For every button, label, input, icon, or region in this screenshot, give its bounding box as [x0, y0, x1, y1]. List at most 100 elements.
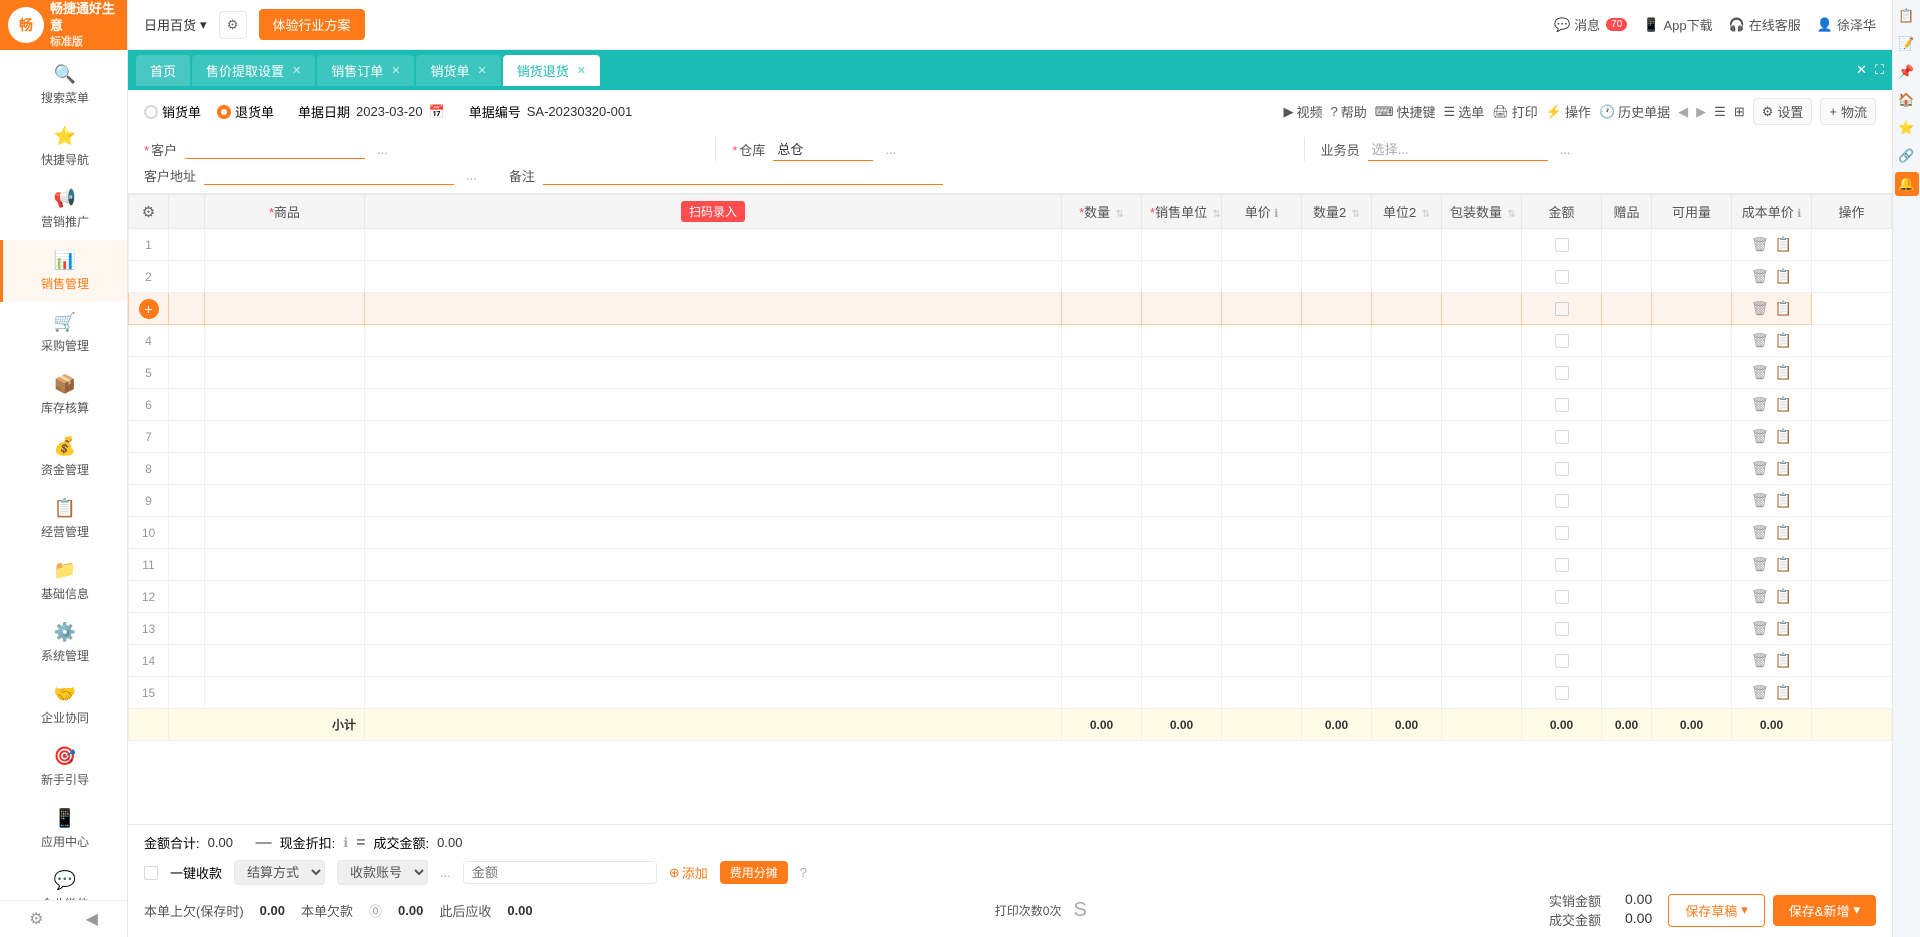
- fee-help-icon[interactable]: ?: [800, 865, 807, 880]
- row-5-copy[interactable]: 📋: [1775, 364, 1792, 381]
- row-10-copy[interactable]: 📋: [1775, 524, 1792, 541]
- shortcut-btn[interactable]: ⌨ 快捷键: [1375, 102, 1436, 121]
- right-sidebar-btn-4[interactable]: 🏠: [1895, 88, 1919, 112]
- row-11-gift[interactable]: [1555, 558, 1569, 572]
- row-15-copy[interactable]: 📋: [1775, 684, 1792, 701]
- form-setting-btn[interactable]: ⚙ 设置: [1753, 98, 1813, 125]
- fee-split-btn[interactable]: 费用分摊: [720, 861, 788, 884]
- sidebar-settings-btn[interactable]: ⚙: [29, 909, 43, 929]
- calendar-icon[interactable]: 📅: [429, 104, 445, 120]
- sidebar-item-purchase[interactable]: 🛒 采购管理: [0, 302, 127, 364]
- service-btn[interactable]: 🎧 在线客服: [1729, 15, 1801, 34]
- row-11-delete[interactable]: 🗑: [1751, 556, 1769, 573]
- sidebar-item-guide[interactable]: 🎯 新手引导: [0, 736, 127, 798]
- sidebar-item-basic-info[interactable]: 📁 基础信息: [0, 550, 127, 612]
- col-header-settings[interactable]: ⚙: [129, 195, 169, 229]
- app-download-btn[interactable]: 📱 App下载: [1643, 15, 1712, 34]
- save-new-button[interactable]: 保存&新增 ▾: [1773, 895, 1876, 926]
- sidebar-item-sales[interactable]: 📊 销售管理: [0, 240, 127, 302]
- sidebar-item-inventory[interactable]: 📦 库存核算: [0, 364, 127, 426]
- row-1-gift-checkbox[interactable]: [1555, 238, 1569, 252]
- tab-close-all-btn[interactable]: ✕: [1856, 62, 1867, 78]
- row-7-copy[interactable]: 📋: [1775, 428, 1792, 445]
- add-row-btn[interactable]: +: [139, 299, 159, 319]
- sidebar-item-marketing[interactable]: 📢 营销推广: [0, 178, 127, 240]
- row-2-copy-btn[interactable]: 📋: [1775, 268, 1792, 285]
- experience-button[interactable]: 体验行业方案: [259, 9, 365, 40]
- row-12-gift[interactable]: [1555, 590, 1569, 604]
- grid-view-btn[interactable]: ⊞: [1734, 104, 1745, 120]
- radio-return[interactable]: 退货单: [217, 102, 274, 121]
- row-8-gift[interactable]: [1555, 462, 1569, 476]
- sidebar-collapse-btn[interactable]: ◀: [86, 909, 98, 929]
- row-6-copy[interactable]: 📋: [1775, 396, 1792, 413]
- row-5-gift[interactable]: [1555, 366, 1569, 380]
- save-new-chevron[interactable]: ▾: [1853, 902, 1860, 918]
- right-sidebar-btn-6[interactable]: 🔗: [1895, 144, 1919, 168]
- row-3-delete-btn[interactable]: 🗑: [1751, 300, 1769, 317]
- row-9-delete[interactable]: 🗑: [1751, 492, 1769, 509]
- history-prev-btn[interactable]: ◀: [1678, 104, 1688, 120]
- save-draft-chevron[interactable]: ▾: [1741, 902, 1748, 918]
- sidebar-item-app-center[interactable]: 📱 应用中心: [0, 798, 127, 860]
- list-view-btn[interactable]: ☰: [1714, 104, 1726, 120]
- tab-sales-delivery[interactable]: 销货单 ✕: [416, 55, 500, 86]
- row-8-delete[interactable]: 🗑: [1751, 460, 1769, 477]
- right-sidebar-btn-1[interactable]: 📋: [1895, 4, 1919, 28]
- unit-sort-icon[interactable]: ⇅: [1212, 209, 1220, 220]
- tab-sales-delivery-close[interactable]: ✕: [478, 64, 487, 77]
- tab-price-settings[interactable]: 售价提取设置 ✕: [192, 55, 315, 86]
- right-sidebar-btn-7[interactable]: 🔔: [1895, 172, 1919, 196]
- message-btn[interactable]: 💬 消息 70: [1554, 15, 1627, 34]
- row-14-copy[interactable]: 📋: [1775, 652, 1792, 669]
- row-5-delete[interactable]: 🗑: [1751, 364, 1769, 381]
- history-next-btn[interactable]: ▶: [1696, 104, 1706, 120]
- help-btn[interactable]: ? 帮助: [1331, 102, 1367, 121]
- warehouse-input[interactable]: 总仓: [773, 137, 873, 161]
- row-13-delete[interactable]: 🗑: [1751, 620, 1769, 637]
- price-info-icon[interactable]: ℹ: [1274, 208, 1278, 220]
- save-draft-button[interactable]: 保存草稿 ▾: [1668, 894, 1765, 927]
- tab-maximize-btn[interactable]: ⛶: [1875, 62, 1884, 78]
- salesperson-input[interactable]: 选择...: [1368, 137, 1548, 161]
- row-6-gift[interactable]: [1555, 398, 1569, 412]
- tab-sales-return[interactable]: 销货退货 ✕: [503, 55, 600, 86]
- row-3-product[interactable]: [169, 293, 205, 325]
- row-2-product[interactable]: [169, 261, 205, 293]
- operate-btn[interactable]: ⚡ 操作: [1546, 102, 1591, 121]
- row-9-copy[interactable]: 📋: [1775, 492, 1792, 509]
- row-9-gift[interactable]: [1555, 494, 1569, 508]
- row-10-delete[interactable]: 🗑: [1751, 524, 1769, 541]
- qty-sort-icon[interactable]: ⇅: [1116, 209, 1124, 220]
- row-3-copy-btn[interactable]: 📋: [1775, 300, 1792, 317]
- sidebar-item-quick-nav[interactable]: ⭐ 快捷导航: [0, 116, 127, 178]
- scan-btn[interactable]: 扫码录入: [681, 201, 745, 222]
- row-13-gift[interactable]: [1555, 622, 1569, 636]
- sidebar-item-search[interactable]: 🔍 搜索菜单: [0, 54, 127, 116]
- sidebar-item-operations[interactable]: 📋 经营管理: [0, 488, 127, 550]
- row-1-product[interactable]: [169, 229, 205, 261]
- row-15-delete[interactable]: 🗑: [1751, 684, 1769, 701]
- tab-price-settings-close[interactable]: ✕: [292, 64, 301, 77]
- sidebar-item-wechat[interactable]: 💬 企业微信: [0, 860, 127, 900]
- row-1-copy-btn[interactable]: 📋: [1775, 236, 1792, 253]
- customer-dots[interactable]: ...: [377, 142, 388, 157]
- qty2-sort-icon[interactable]: ⇅: [1352, 209, 1360, 220]
- warehouse-dots[interactable]: ...: [885, 142, 896, 157]
- row-7-delete[interactable]: 🗑: [1751, 428, 1769, 445]
- row-1-delete-btn[interactable]: 🗑: [1751, 236, 1769, 253]
- row-8-copy[interactable]: 📋: [1775, 460, 1792, 477]
- row-4-delete[interactable]: 🗑: [1751, 332, 1769, 349]
- row-14-delete[interactable]: 🗑: [1751, 652, 1769, 669]
- row-4-gift[interactable]: [1555, 334, 1569, 348]
- amount-input[interactable]: [463, 861, 657, 884]
- tab-home[interactable]: 首页: [136, 55, 190, 86]
- row-13-copy[interactable]: 📋: [1775, 620, 1792, 637]
- tab-sales-order-close[interactable]: ✕: [391, 64, 400, 77]
- add-logistics-btn[interactable]: + 物流: [1820, 98, 1876, 125]
- sidebar-item-finance[interactable]: 💰 资金管理: [0, 426, 127, 488]
- unit2-sort-icon[interactable]: ⇅: [1422, 209, 1430, 220]
- row-2-gift-checkbox[interactable]: [1555, 270, 1569, 284]
- radio-sales[interactable]: 销货单: [144, 102, 201, 121]
- customer-input[interactable]: [185, 139, 365, 159]
